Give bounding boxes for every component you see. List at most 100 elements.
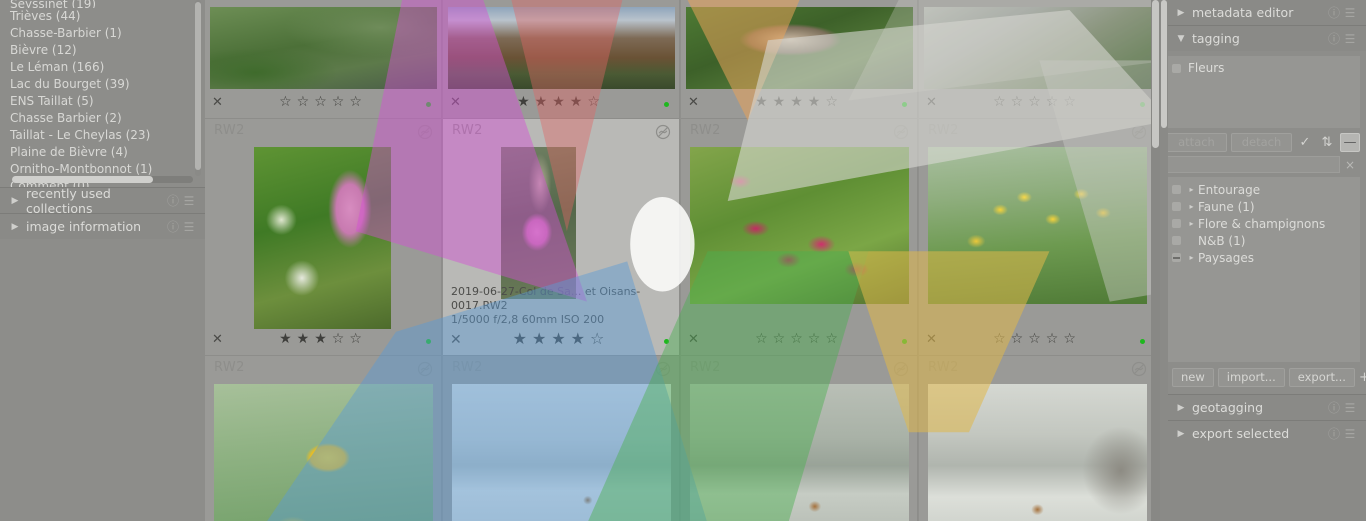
tag-tree-item[interactable]: ▸ Paysages: [1172, 249, 1354, 266]
presets-menu-icon[interactable]: ☰: [181, 220, 197, 234]
sidebar-module-image-information[interactable]: ▶ image information ⓘ ☰: [0, 213, 205, 239]
altered-history-icon[interactable]: [1131, 361, 1147, 377]
altered-history-icon[interactable]: [893, 124, 909, 140]
collection-item[interactable]: ENS Taillat (5): [0, 93, 205, 110]
collections-list[interactable]: Seyssinet (19) Trièves (44) Chasse-Barbi…: [0, 0, 205, 187]
thumbnail-cell[interactable]: ✕ ☆☆☆☆☆: [919, 0, 1156, 119]
thumbnail-cell-selected[interactable]: RW2 2019-06-27-Col de Sa... et Oisans-00…: [443, 119, 680, 356]
presets-menu-icon[interactable]: ☰: [1342, 6, 1358, 20]
attach-button[interactable]: attach: [1166, 133, 1227, 152]
sidebar-module-tagging[interactable]: ▼ tagging ⓘ ☰: [1160, 25, 1366, 51]
scrollbar-thumb[interactable]: [195, 2, 201, 170]
info-icon[interactable]: ⓘ: [1326, 30, 1342, 47]
collection-item[interactable]: Trièves (44): [0, 8, 205, 25]
lighttable-vertical-scrollbar[interactable]: [1151, 0, 1160, 521]
thumbnail-image[interactable]: [928, 384, 1147, 521]
detach-button[interactable]: detach: [1231, 133, 1292, 152]
info-icon[interactable]: ⓘ: [1326, 4, 1342, 21]
collection-item[interactable]: Seyssinet (19): [0, 0, 205, 8]
thumbnail-cell[interactable]: RW2 ✕ ★★★☆☆: [205, 119, 442, 356]
thumbnail-cell[interactable]: RW2: [919, 356, 1156, 521]
thumbnail-image[interactable]: [452, 384, 671, 521]
thumbnail-image[interactable]: [214, 384, 433, 521]
thumbnail-image[interactable]: [254, 147, 391, 329]
thumbnail-image[interactable]: [690, 147, 909, 304]
clear-search-icon[interactable]: ×: [1340, 158, 1360, 172]
tag-tree-item[interactable]: ▸ Flore & champignons: [1172, 215, 1354, 232]
info-icon[interactable]: ⓘ: [165, 218, 181, 235]
collections-horizontal-scrollbar[interactable]: [12, 176, 193, 183]
info-icon[interactable]: ⓘ: [1326, 399, 1342, 416]
chevron-right-icon[interactable]: ▸: [1185, 253, 1198, 262]
star-rating[interactable]: ★★★★☆: [443, 94, 679, 110]
star-rating[interactable]: ☆☆☆☆☆: [919, 94, 1155, 110]
collection-item[interactable]: Bièvre (12): [0, 42, 205, 59]
collection-item[interactable]: Chasse-Barbier (1): [0, 25, 205, 42]
chevron-right-icon[interactable]: ▸: [1185, 202, 1198, 211]
chevron-right-icon[interactable]: ▸: [1185, 219, 1198, 228]
altered-history-icon[interactable]: [417, 124, 433, 140]
import-tags-button[interactable]: import...: [1217, 368, 1285, 387]
tag-tree-item[interactable]: ▸ Entourage: [1172, 181, 1354, 198]
sidebar-module-export-selected[interactable]: ▶ export selected ⓘ ☰: [1160, 420, 1366, 446]
thumbnail-image[interactable]: [686, 7, 913, 89]
scrollbar-thumb[interactable]: [1161, 0, 1167, 128]
color-label-green[interactable]: [426, 102, 431, 107]
altered-history-icon[interactable]: [893, 361, 909, 377]
presets-menu-icon[interactable]: ☰: [1342, 32, 1358, 46]
thumbnail-cell[interactable]: ✕ ★★★★☆: [443, 0, 680, 119]
tag-tree-item[interactable]: ▸ Faune (1): [1172, 198, 1354, 215]
sidebar-module-recently-used-collections[interactable]: ▶ recently used collections ⓘ ☰: [0, 186, 205, 216]
attached-tags-list[interactable]: Fleurs: [1166, 56, 1360, 128]
altered-history-icon[interactable]: [417, 361, 433, 377]
color-label-green[interactable]: [902, 339, 907, 344]
thumbnail-image[interactable]: [210, 7, 437, 89]
thumbnail-image[interactable]: [924, 7, 1151, 89]
tag-search-input[interactable]: [1166, 156, 1340, 173]
collection-item[interactable]: Taillat - Le Cheylas (23): [0, 127, 205, 144]
scrollbar-thumb[interactable]: [1152, 0, 1159, 148]
thumbnail-cell[interactable]: RW2: [443, 356, 680, 521]
export-tags-button[interactable]: export...: [1288, 368, 1355, 387]
thumbnail-image[interactable]: [690, 384, 909, 521]
presets-menu-icon[interactable]: ☰: [181, 194, 197, 208]
color-label-green[interactable]: [902, 102, 907, 107]
collection-item[interactable]: Plaine de Bièvre (4): [0, 144, 205, 161]
check-icon[interactable]: ✓: [1296, 134, 1314, 151]
color-label-green[interactable]: [664, 339, 669, 344]
star-rating[interactable]: ★★★☆☆: [205, 331, 441, 347]
thumbnail-cell[interactable]: RW2 ✕ ☆☆☆☆☆: [681, 119, 918, 356]
thumbnail-grid[interactable]: ✕ ☆☆☆☆☆ ✕ ★★★★☆ ✕ ★★★★☆ ✕ ☆☆☆☆☆ RW2 ✕ ★★…: [205, 0, 1160, 521]
collection-item[interactable]: Chasse Barbier (2): [0, 110, 205, 127]
plus-icon[interactable]: +: [1359, 369, 1366, 386]
sidebar-module-geotagging[interactable]: ▶ geotagging ⓘ ☰: [1160, 394, 1366, 420]
color-label-green[interactable]: [426, 339, 431, 344]
lighttable-grid-area[interactable]: ✕ ☆☆☆☆☆ ✕ ★★★★☆ ✕ ★★★★☆ ✕ ☆☆☆☆☆ RW2 ✕ ★★…: [205, 0, 1160, 521]
new-tag-button[interactable]: new: [1172, 368, 1214, 387]
color-label-green[interactable]: [1140, 339, 1145, 344]
presets-menu-icon[interactable]: ☰: [1342, 427, 1358, 441]
thumbnail-cell[interactable]: RW2: [205, 356, 442, 521]
thumbnail-image[interactable]: [501, 147, 576, 299]
star-rating[interactable]: ☆☆☆☆☆: [919, 331, 1155, 347]
color-label-green[interactable]: [664, 102, 669, 107]
presets-menu-icon[interactable]: ☰: [1342, 401, 1358, 415]
thumbnail-cell[interactable]: RW2 ✕ ☆☆☆☆☆: [919, 119, 1156, 356]
tag-tree-item[interactable]: N&B (1): [1172, 232, 1354, 249]
collapse-tree-icon[interactable]: —: [1340, 133, 1360, 152]
info-icon[interactable]: ⓘ: [1326, 425, 1342, 442]
star-rating[interactable]: ★★★★☆: [443, 329, 679, 348]
color-label-green[interactable]: [1140, 102, 1145, 107]
info-icon[interactable]: ⓘ: [165, 192, 181, 209]
thumbnail-cell[interactable]: ✕ ★★★★☆: [681, 0, 918, 119]
star-rating[interactable]: ☆☆☆☆☆: [205, 94, 441, 110]
scrollbar-thumb[interactable]: [12, 176, 154, 183]
thumbnail-cell[interactable]: RW2: [681, 356, 918, 521]
collection-item[interactable]: Lac du Bourget (39): [0, 76, 205, 93]
altered-history-icon[interactable]: [655, 124, 671, 140]
altered-history-icon[interactable]: [655, 361, 671, 377]
star-rating[interactable]: ★★★★☆: [681, 94, 917, 110]
thumbnail-image[interactable]: [928, 147, 1147, 304]
collections-vertical-scrollbar[interactable]: [195, 0, 201, 176]
thumbnail-cell[interactable]: ✕ ☆☆☆☆☆: [205, 0, 442, 119]
